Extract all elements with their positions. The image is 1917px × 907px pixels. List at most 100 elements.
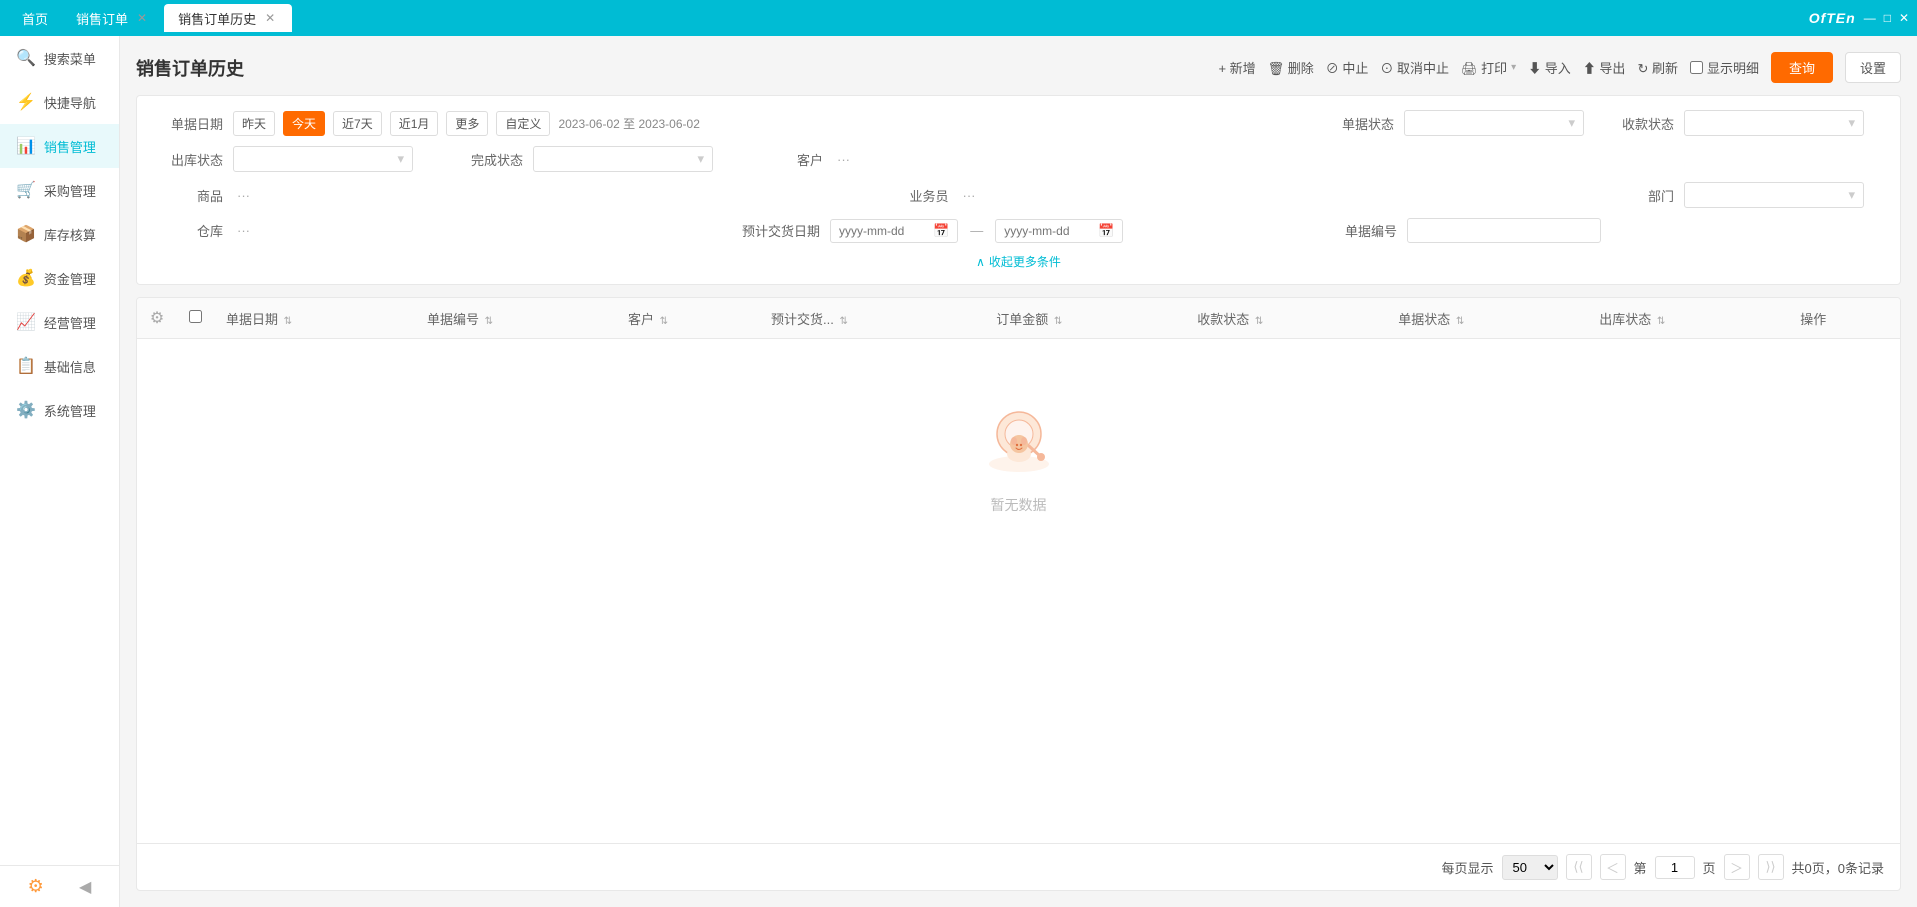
delivery-to-wrap[interactable]: 📅: [995, 219, 1123, 243]
sidebar-search-label: 搜索菜单: [44, 49, 96, 68]
th-amount-sort-icon[interactable]: ⇅: [1054, 316, 1062, 327]
date-label: 单据日期: [153, 114, 233, 133]
th-doc-status-label: 单据状态: [1398, 312, 1450, 327]
sidebar-settings-icon[interactable]: ⚙: [28, 876, 44, 897]
tab-sales-order[interactable]: 销售订单 ✕: [62, 4, 164, 32]
receipt-status-select[interactable]: ▾: [1684, 110, 1864, 136]
page-next-btn[interactable]: ＞: [1724, 854, 1750, 880]
delivery-to-input[interactable]: [1004, 224, 1094, 238]
page-size-select[interactable]: 50 10 20 100: [1502, 855, 1558, 880]
out-stock-chevron-icon: ▾: [397, 151, 404, 167]
sidebar-item-sales[interactable]: 📊 销售管理: [0, 124, 119, 168]
sidebar-item-business[interactable]: 📈 经营管理: [0, 300, 119, 344]
out-stock-control: ▾: [233, 146, 433, 172]
sidebar-capital-label: 资金管理: [44, 269, 96, 288]
tab-sales-history-close[interactable]: ✕: [262, 10, 278, 26]
customer-dots[interactable]: ···: [833, 152, 854, 167]
data-table: ⚙ 单据日期 ⇅ 单据编号: [137, 298, 1900, 339]
sidebar-item-inventory[interactable]: 📦 库存核算: [0, 212, 119, 256]
tab-home[interactable]: 首页: [8, 4, 62, 32]
export-btn[interactable]: ⬆ 导出: [1583, 58, 1626, 77]
new-btn[interactable]: + 新增: [1218, 58, 1255, 77]
th-receipt-sort-icon[interactable]: ⇅: [1255, 316, 1263, 327]
tab-sales-history[interactable]: 销售订单历史 ✕: [164, 4, 292, 32]
sidebar-quick-nav-label: 快捷导航: [44, 93, 96, 112]
table-settings-icon[interactable]: ⚙: [150, 310, 164, 327]
sidebar-purchase-label: 采购管理: [44, 181, 96, 200]
th-docno-label: 单据编号: [427, 312, 479, 327]
th-delivery: 预计交货... ⇅: [759, 298, 984, 339]
th-customer-sort-icon[interactable]: ⇅: [660, 316, 668, 327]
purchase-icon: 🛒: [16, 180, 36, 200]
receipt-status-control: ▾: [1684, 110, 1884, 136]
th-date-sort-icon[interactable]: ⇅: [284, 316, 292, 327]
out-stock-select[interactable]: ▾: [233, 146, 413, 172]
doc-no-input[interactable]: [1407, 218, 1601, 243]
tab-sales-order-close[interactable]: ✕: [134, 10, 150, 26]
collapse-row[interactable]: ∧ 收起更多条件: [153, 253, 1884, 270]
sidebar-item-search[interactable]: 🔍 搜索菜单: [0, 36, 119, 80]
display-checkbox[interactable]: [1690, 61, 1703, 74]
sidebar-item-purchase[interactable]: 🛒 采购管理: [0, 168, 119, 212]
date-btn-1month[interactable]: 近1月: [390, 111, 439, 136]
th-customer: 客户 ⇅: [616, 298, 759, 339]
sidebar-item-capital[interactable]: 💰 资金管理: [0, 256, 119, 300]
display-toggle[interactable]: 显示明细: [1690, 58, 1759, 77]
department-control: ▾: [1684, 182, 1884, 208]
delete-btn[interactable]: 🗑 删除: [1268, 58, 1314, 77]
th-out-sort-icon[interactable]: ⇅: [1657, 316, 1665, 327]
cancel-stop-btn[interactable]: ⊙ 取消中止: [1380, 58, 1449, 77]
warehouse-dots[interactable]: ···: [233, 223, 254, 238]
goods-dots[interactable]: ···: [233, 188, 254, 203]
collapse-up-icon: ∧: [976, 255, 985, 269]
page-last-btn[interactable]: ⟩⟩: [1758, 854, 1784, 880]
date-btn-today[interactable]: 今天: [283, 111, 325, 136]
sidebar-collapse-icon[interactable]: ◀: [79, 877, 91, 897]
delivery-from-wrap[interactable]: 📅: [830, 219, 958, 243]
th-doc-sort-icon[interactable]: ⇅: [1456, 316, 1464, 327]
date-btn-more[interactable]: 更多: [446, 111, 488, 136]
th-delivery-sort-icon[interactable]: ⇅: [839, 316, 847, 327]
empty-state: 暂无数据: [137, 339, 1900, 575]
display-label: 显示明细: [1707, 58, 1759, 77]
page-input[interactable]: [1655, 856, 1695, 879]
export-btn-label: ⬆ 导出: [1583, 58, 1626, 77]
page-first-btn[interactable]: ⟨⟨: [1566, 854, 1592, 880]
page-header: 销售订单历史 + 新增 🗑 删除 ⊘ 中止 ⊙ 取消中止 🖨: [136, 52, 1901, 83]
sidebar-item-quick-nav[interactable]: ⚡ 快捷导航: [0, 80, 119, 124]
filter-row-date: 单据日期 昨天 今天 近7天 近1月 更多 自定义 2023-06-02 至 2…: [153, 110, 1884, 136]
sidebar-inventory-label: 库存核算: [44, 225, 96, 244]
status-select[interactable]: ▾: [1404, 110, 1584, 136]
select-all-checkbox[interactable]: [189, 310, 202, 323]
import-btn[interactable]: ⬇ 导入: [1528, 58, 1571, 77]
minimize-btn[interactable]: —: [1864, 11, 1876, 25]
refresh-btn-label: ↻ 刷新: [1637, 58, 1678, 77]
stop-btn[interactable]: ⊘ 中止: [1326, 58, 1369, 77]
refresh-btn[interactable]: ↻ 刷新: [1637, 58, 1678, 77]
maximize-btn[interactable]: □: [1884, 11, 1891, 25]
department-select[interactable]: ▾: [1684, 182, 1864, 208]
date-btn-yesterday[interactable]: 昨天: [233, 111, 275, 136]
customer-label: 客户: [753, 150, 833, 169]
date-control: 昨天 今天 近7天 近1月 更多 自定义 2023-06-02 至 2023-0…: [233, 111, 1324, 136]
sidebar-item-basic-info[interactable]: 📋 基础信息: [0, 344, 119, 388]
out-stock-label: 出库状态: [153, 150, 233, 169]
settings-btn[interactable]: 设置: [1845, 52, 1901, 83]
date-btn-7days[interactable]: 近7天: [333, 111, 382, 136]
th-out-status-label: 出库状态: [1599, 312, 1651, 327]
sidebar-item-sys-mgmt[interactable]: ⚙️ 系统管理: [0, 388, 119, 432]
salesperson-dots[interactable]: ···: [959, 188, 980, 203]
page-prev-btn[interactable]: ＜: [1600, 854, 1626, 880]
date-btn-custom[interactable]: 自定义: [496, 111, 550, 136]
status-chevron-icon: ▾: [1568, 115, 1575, 131]
goods-control: ···: [233, 188, 839, 203]
query-btn[interactable]: 查询: [1771, 52, 1833, 83]
th-amount-label: 订单金额: [996, 312, 1048, 327]
delivery-from-input[interactable]: [839, 224, 929, 238]
print-btn[interactable]: 🖨 打印 ▾: [1461, 58, 1516, 77]
th-docno-sort-icon[interactable]: ⇅: [485, 316, 493, 327]
close-btn[interactable]: ✕: [1899, 11, 1909, 25]
complete-status-select[interactable]: ▾: [533, 146, 713, 172]
table-area: ⚙ 单据日期 ⇅ 单据编号: [136, 297, 1901, 891]
department-label: 部门: [1604, 186, 1684, 205]
